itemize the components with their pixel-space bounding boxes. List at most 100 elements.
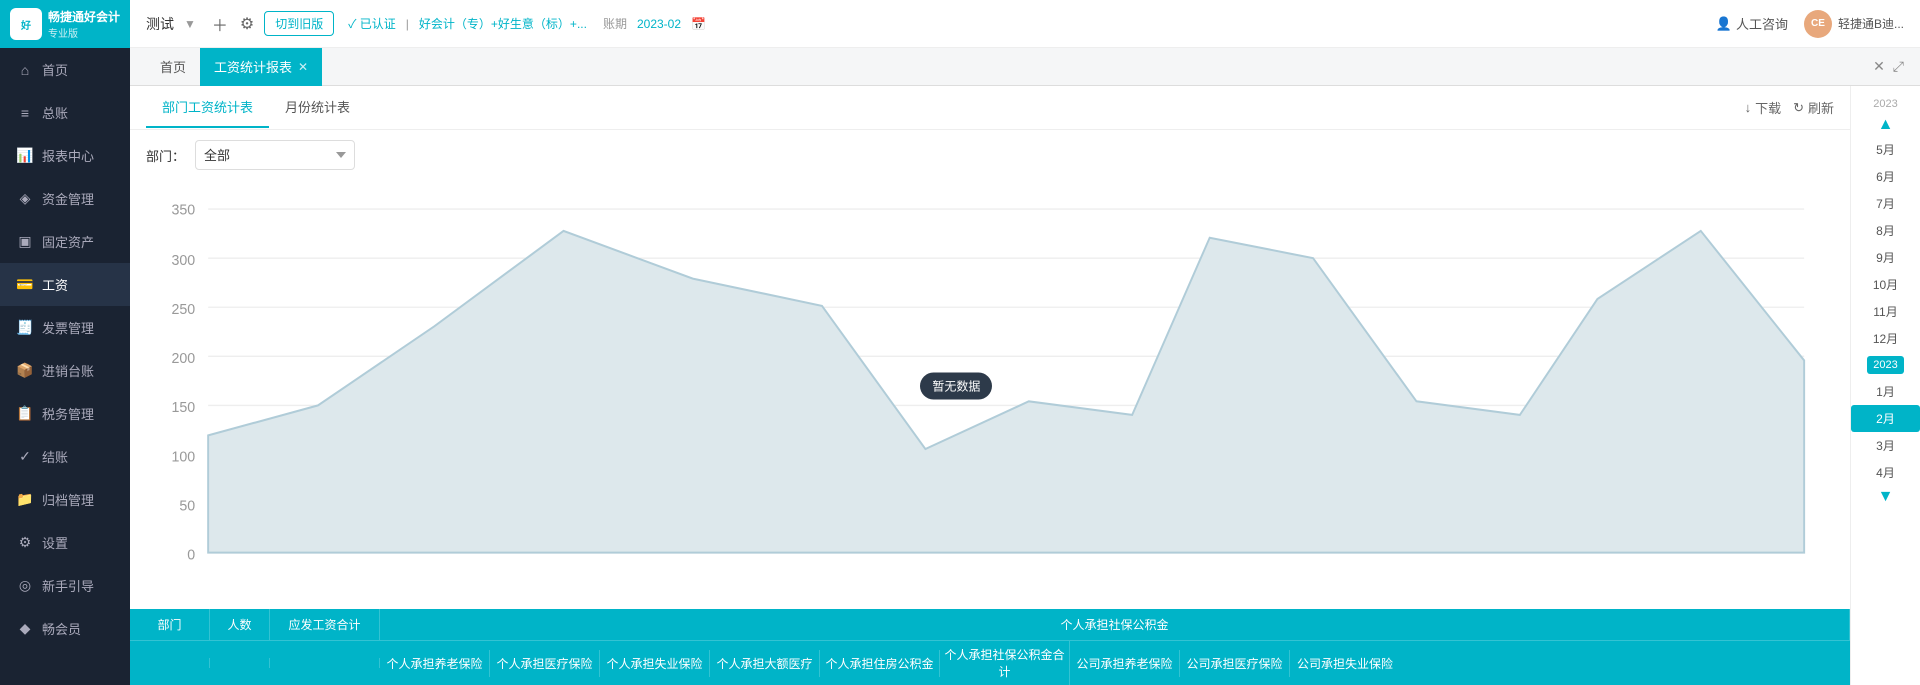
svg-text:50: 50	[179, 498, 195, 514]
sidebar-item-sales[interactable]: 📦 进销台账	[0, 349, 130, 392]
sub-tab-month[interactable]: 月份统计表	[269, 87, 366, 128]
svg-text:250: 250	[172, 302, 196, 318]
sidebar-label-settings: 设置	[42, 533, 68, 552]
sidebar-item-salary[interactable]: 💳 工资	[0, 263, 130, 306]
th-housing-fund: 个人承担住房公积金	[820, 650, 940, 677]
closing-icon: ✓	[16, 448, 34, 466]
sub-tab-dept-label: 部门工资统计表	[162, 100, 253, 115]
ledger-icon: ≡	[16, 104, 34, 122]
download-icon: ↓	[1745, 100, 1752, 115]
chart-svg: 350 300 250 200 150 100 50 0	[150, 190, 1830, 599]
page-main: 部门工资统计表 月份统计表 ↓ 下载 ↻ 刷新	[130, 86, 1850, 685]
sidebar-item-invoice[interactable]: 🧾 发票管理	[0, 306, 130, 349]
main-area: 测试 ▼ ＋ ⚙ 切到旧版 ✓ 已认证 | 好会计（专）+好生意（标）+... …	[130, 0, 1920, 685]
refresh-icon: ↻	[1793, 100, 1804, 116]
settings-button[interactable]: ⚙	[238, 12, 256, 36]
sub-tab-month-label: 月份统计表	[285, 100, 350, 115]
logo-subtitle: 专业版	[48, 25, 120, 40]
sidebar-item-archive[interactable]: 📁 归档管理	[0, 478, 130, 521]
sidebar-item-member[interactable]: ◆ 畅会员	[0, 607, 130, 650]
refresh-label: 刷新	[1808, 98, 1834, 117]
sidebar-label-assets: 固定资产	[42, 232, 94, 251]
tab-home-label: 首页	[160, 57, 186, 76]
dropdown-arrow-icon: ▼	[184, 17, 196, 31]
sidebar-logo: 好 畅捷通好会计 专业版	[0, 0, 130, 48]
th-count-sub	[210, 658, 270, 668]
reports-icon: 📊	[16, 147, 34, 165]
th-personal-total: 个人承担社保公积金合计	[940, 641, 1070, 685]
period-value: 2023-02	[637, 17, 681, 31]
add-button[interactable]: ＋	[210, 10, 230, 38]
sidebar-label-closing: 结账	[42, 447, 68, 466]
month-9[interactable]: 9月	[1851, 244, 1920, 271]
sidebar-label-sales: 进销台账	[42, 361, 94, 380]
user-avatar: CE	[1804, 10, 1832, 38]
month-3[interactable]: 3月	[1851, 432, 1920, 459]
tab-close-icon[interactable]: ✕	[298, 60, 308, 74]
tab-salary[interactable]: 工资统计报表 ✕	[200, 48, 322, 86]
switch-old-version-button[interactable]: 切到旧版	[264, 11, 334, 36]
year-up-button[interactable]: ▲	[1851, 114, 1920, 136]
logo-text: 畅捷通好会计 专业版	[48, 8, 120, 40]
sub-tab-actions: ↓ 下载 ↻ 刷新	[1745, 98, 1834, 117]
sub-tab-dept[interactable]: 部门工资统计表	[146, 87, 269, 128]
sub-tabs: 部门工资统计表 月份统计表	[146, 87, 366, 128]
th-pension: 个人承担养老保险	[380, 650, 490, 677]
salary-icon: 💳	[16, 276, 34, 294]
user-menu[interactable]: CE 轻捷通B迪...	[1804, 10, 1904, 38]
svg-text:0: 0	[187, 547, 195, 563]
month-6[interactable]: 6月	[1851, 163, 1920, 190]
dept-filter-label: 部门：	[146, 146, 185, 165]
month-12[interactable]: 12月	[1851, 325, 1920, 352]
archive-icon: 📁	[16, 491, 34, 509]
close-window-button[interactable]: ✕	[1873, 58, 1885, 75]
month-2[interactable]: 2月	[1851, 405, 1920, 432]
th-dept-sub	[130, 658, 210, 668]
right-panel: 2023 ▲ 5月 6月 7月 8月 9月 10月 11月 12月 2023 1…	[1850, 86, 1920, 685]
expand-window-button[interactable]: ⤢	[1893, 58, 1904, 75]
content-area: 部门工资统计表 月份统计表 ↓ 下载 ↻ 刷新	[130, 86, 1920, 685]
month-7[interactable]: 7月	[1851, 190, 1920, 217]
sidebar-item-settings[interactable]: ⚙ 设置	[0, 521, 130, 564]
sidebar-item-home[interactable]: ⌂ 首页	[0, 48, 130, 91]
year-2023-badge[interactable]: 2023	[1867, 356, 1903, 374]
th-company-medical: 公司承担医疗保险	[1180, 650, 1290, 677]
sidebar-label-home: 首页	[42, 60, 68, 79]
sidebar-label-archive: 归档管理	[42, 490, 94, 509]
settings-icon: ⚙	[16, 534, 34, 552]
svg-text:350: 350	[172, 202, 196, 218]
month-1[interactable]: 1月	[1851, 378, 1920, 405]
period-label: 账期	[603, 15, 627, 32]
month-10[interactable]: 10月	[1851, 271, 1920, 298]
table-header: 部门 人数 应发工资合计 个人承担社保公积金 个人承担养老保险 个人承担医疗保险…	[130, 609, 1850, 685]
tab-home[interactable]: 首页	[146, 48, 200, 86]
help-button[interactable]: 👤 人工咨询	[1716, 14, 1788, 33]
th-count: 人数	[210, 609, 270, 641]
product-tags: 好会计（专）+好生意（标）+...	[419, 15, 587, 32]
sidebar: 好 畅捷通好会计 专业版 ⌂ 首页 ≡ 总账 📊 报表中心 ◈ 资金管理 ▣ 固…	[0, 0, 130, 685]
month-8[interactable]: 8月	[1851, 217, 1920, 244]
sidebar-item-guide[interactable]: ◎ 新手引导	[0, 564, 130, 607]
th-company-unemployment: 公司承担失业保险	[1290, 650, 1400, 677]
refresh-button[interactable]: ↻ 刷新	[1793, 98, 1834, 117]
sidebar-item-reports[interactable]: 📊 报表中心	[0, 134, 130, 177]
svg-text:100: 100	[172, 449, 196, 465]
sidebar-item-closing[interactable]: ✓ 结账	[0, 435, 130, 478]
download-button[interactable]: ↓ 下载	[1745, 98, 1782, 117]
th-group-personal: 个人承担社保公积金	[380, 609, 1850, 641]
sidebar-item-tax[interactable]: 📋 税务管理	[0, 392, 130, 435]
calendar-icon[interactable]: 📅	[691, 17, 706, 31]
month-11[interactable]: 11月	[1851, 298, 1920, 325]
no-data-tooltip: 暂无数据	[920, 373, 992, 400]
sidebar-label-guide: 新手引导	[42, 576, 94, 595]
dept-filter-select[interactable]: 全部 研发部 销售部 运营部 财务部	[195, 140, 355, 170]
month-4[interactable]: 4月	[1851, 459, 1920, 486]
month-5[interactable]: 5月	[1851, 136, 1920, 163]
sidebar-item-assets[interactable]: ▣ 固定资产	[0, 220, 130, 263]
year-2023-label[interactable]: 2023	[1869, 94, 1901, 114]
sidebar-item-ledger[interactable]: ≡ 总账	[0, 91, 130, 134]
year-down-button[interactable]: ▼	[1851, 486, 1920, 508]
download-label: 下载	[1755, 98, 1781, 117]
th-salary-total: 应发工资合计	[270, 609, 380, 641]
sidebar-item-funds[interactable]: ◈ 资金管理	[0, 177, 130, 220]
